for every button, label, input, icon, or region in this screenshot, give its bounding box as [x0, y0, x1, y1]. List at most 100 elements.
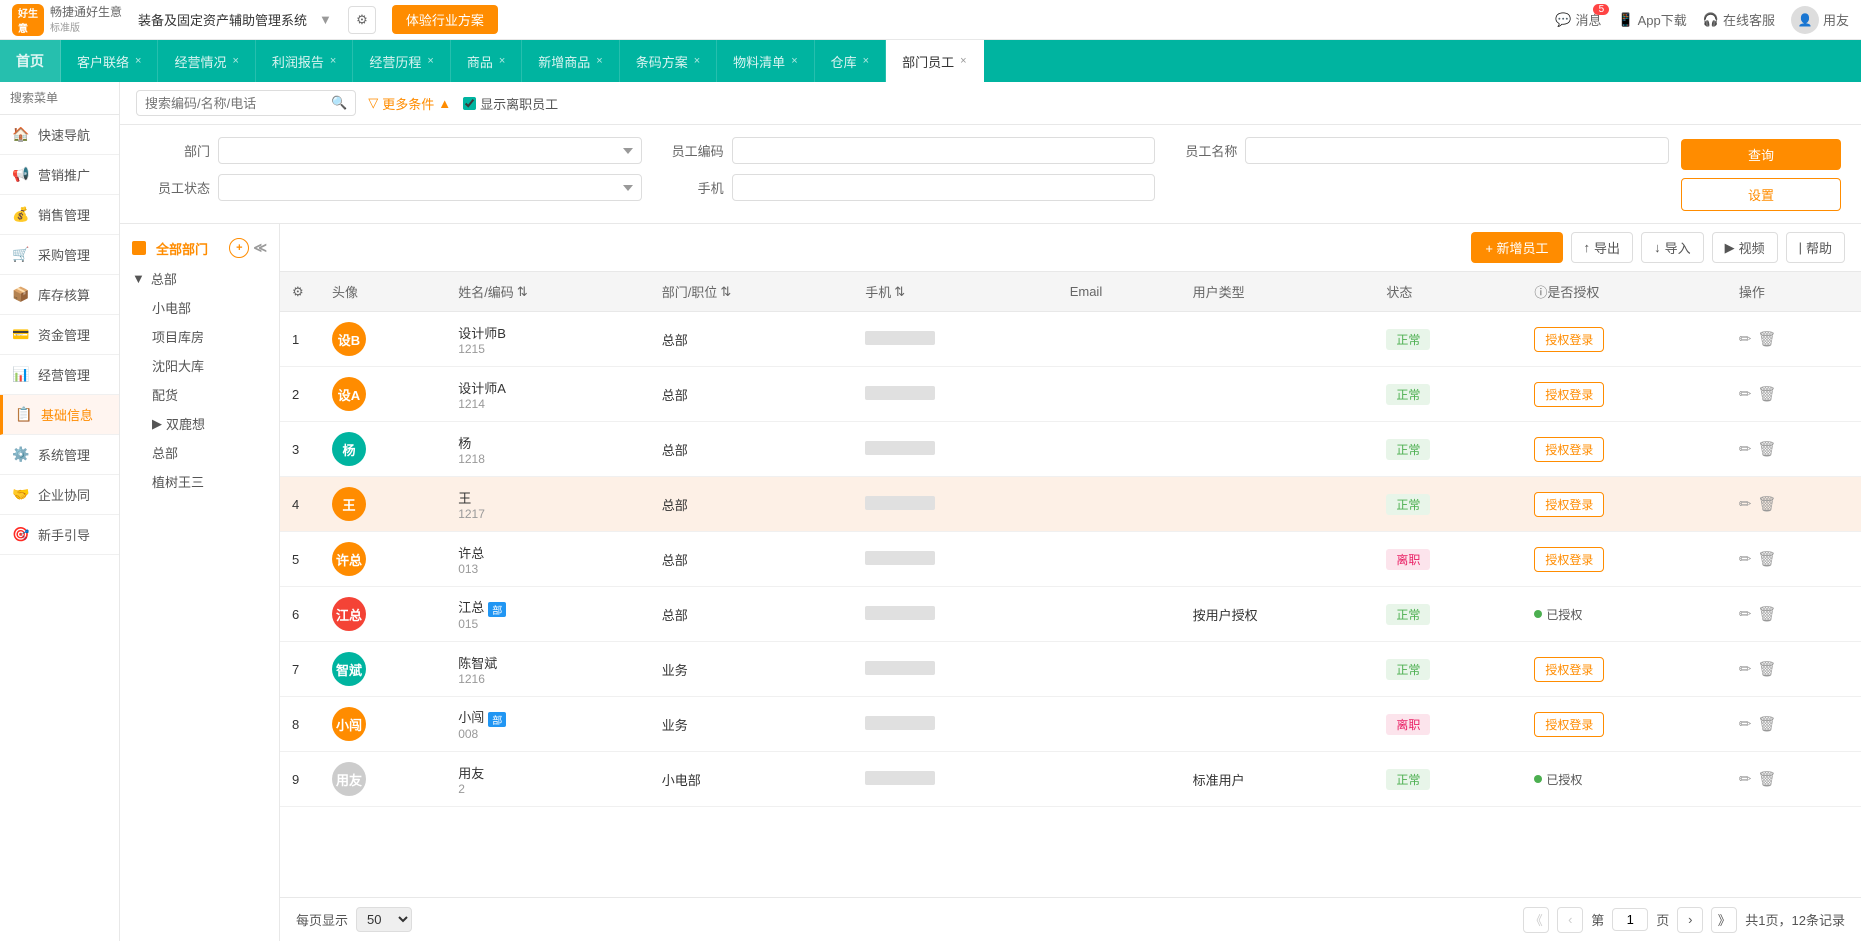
- dept-shenyang[interactable]: 沈阳大库: [132, 351, 279, 380]
- edit-button[interactable]: ✏: [1739, 385, 1752, 403]
- tab-bom[interactable]: 物料清单 ×: [717, 40, 814, 82]
- tab-profit[interactable]: 利润报告 ×: [256, 40, 353, 82]
- edit-button[interactable]: ✏: [1739, 605, 1752, 623]
- sidebar-item-marketing[interactable]: 📢 营销推广: [0, 155, 119, 195]
- query-button[interactable]: 查询: [1681, 139, 1841, 170]
- resigned-check[interactable]: [463, 97, 476, 110]
- delete-button[interactable]: 🗑: [1757, 550, 1776, 568]
- app-download-button[interactable]: 📱 App下载: [1617, 10, 1686, 29]
- delete-button[interactable]: 🗑: [1757, 770, 1776, 788]
- page-input[interactable]: [1612, 908, 1648, 931]
- edit-button[interactable]: ✏: [1739, 550, 1752, 568]
- th-settings[interactable]: ⚙: [280, 272, 320, 312]
- tab-add-goods[interactable]: 新增商品 ×: [522, 40, 619, 82]
- auth-login-button[interactable]: 授权登录: [1534, 547, 1604, 572]
- delete-button[interactable]: 🗑: [1757, 440, 1776, 458]
- dept-zongbu[interactable]: 总部: [132, 438, 279, 467]
- edit-button[interactable]: ✏: [1739, 440, 1752, 458]
- close-icon[interactable]: ×: [791, 55, 797, 67]
- tab-history[interactable]: 经营历程 ×: [353, 40, 450, 82]
- close-icon[interactable]: ×: [135, 55, 141, 67]
- delete-button[interactable]: 🗑: [1757, 330, 1776, 348]
- sidebar-item-inventory[interactable]: 📦 库存核算: [0, 275, 119, 315]
- view-button[interactable]: ▶ 视频: [1712, 232, 1778, 263]
- delete-button[interactable]: 🗑: [1757, 495, 1776, 513]
- auth-login-button[interactable]: 授权登录: [1534, 657, 1604, 682]
- th-dept[interactable]: 部门/职位 ⇅: [650, 272, 854, 312]
- delete-button[interactable]: 🗑: [1757, 715, 1776, 733]
- set-button[interactable]: 设置: [1681, 178, 1841, 211]
- phone-input[interactable]: [732, 174, 1156, 201]
- sidebar-item-fastnav[interactable]: 🏠 快速导航: [0, 115, 119, 155]
- tab-warehouse[interactable]: 仓库 ×: [815, 40, 886, 82]
- page-size-select[interactable]: 50 100 200: [356, 907, 412, 932]
- dept-zhishu[interactable]: 植树王三: [132, 467, 279, 496]
- edit-button[interactable]: ✏: [1739, 495, 1752, 513]
- edit-button[interactable]: ✏: [1739, 770, 1752, 788]
- page-next-btn[interactable]: ›: [1677, 907, 1703, 933]
- search-input[interactable]: [10, 91, 120, 105]
- dept-project[interactable]: 项目库房: [132, 322, 279, 351]
- edit-button[interactable]: ✏: [1739, 330, 1752, 348]
- dept-shuanglu[interactable]: ▶双鹿想: [132, 409, 279, 438]
- close-icon[interactable]: ×: [499, 55, 505, 67]
- sidebar-item-basic[interactable]: 📋 基础信息: [0, 395, 119, 435]
- auth-login-button[interactable]: 授权登录: [1534, 437, 1604, 462]
- close-icon[interactable]: ×: [960, 55, 966, 67]
- sidebar-item-purchase[interactable]: 🛒 采购管理: [0, 235, 119, 275]
- edit-button[interactable]: ✏: [1739, 715, 1752, 733]
- more-conditions-button[interactable]: ▽ 更多条件 ▲: [368, 94, 451, 113]
- tab-home[interactable]: 首页: [0, 40, 61, 82]
- close-icon[interactable]: ×: [863, 55, 869, 67]
- emp-code-input[interactable]: [732, 137, 1156, 164]
- help-button[interactable]: | 帮助: [1786, 232, 1845, 263]
- import-button[interactable]: ↓ 导入: [1641, 232, 1704, 263]
- add-employee-button[interactable]: + 新增员工: [1471, 232, 1562, 263]
- edit-button[interactable]: ✏: [1739, 660, 1752, 678]
- sidebar-item-finance[interactable]: 💳 资金管理: [0, 315, 119, 355]
- dept-collapse-button[interactable]: ≪: [253, 240, 267, 256]
- th-phone[interactable]: 手机 ⇅: [853, 272, 1058, 312]
- page-last-btn[interactable]: 》: [1711, 907, 1737, 933]
- online-service-button[interactable]: 🎧 在线客服: [1703, 10, 1775, 29]
- close-icon[interactable]: ×: [232, 55, 238, 67]
- dept-select[interactable]: [218, 137, 642, 164]
- auth-login-button[interactable]: 授权登录: [1534, 712, 1604, 737]
- page-prev-btn[interactable]: ‹: [1557, 907, 1583, 933]
- sidebar-item-guide[interactable]: 🎯 新手引导: [0, 515, 119, 555]
- tab-operations[interactable]: 经营情况 ×: [158, 40, 255, 82]
- delete-button[interactable]: 🗑: [1757, 660, 1776, 678]
- delete-button[interactable]: 🗑: [1757, 385, 1776, 403]
- tab-barcode[interactable]: 条码方案 ×: [620, 40, 717, 82]
- auth-login-button[interactable]: 授权登录: [1534, 327, 1604, 352]
- message-button[interactable]: 💬 消息 5: [1555, 10, 1601, 29]
- page-first-btn[interactable]: 《: [1523, 907, 1549, 933]
- trial-button[interactable]: 体验行业方案: [392, 5, 498, 34]
- dept-peihu[interactable]: 配货: [132, 380, 279, 409]
- delete-button[interactable]: 🗑: [1757, 605, 1776, 623]
- auth-login-button[interactable]: 授权登录: [1534, 492, 1604, 517]
- user-menu[interactable]: 👤 用友: [1791, 6, 1849, 34]
- show-resigned-checkbox[interactable]: 显示离职员工: [463, 94, 558, 113]
- gear-button[interactable]: ⚙: [348, 6, 376, 34]
- sidebar-item-collab[interactable]: 🤝 企业协同: [0, 475, 119, 515]
- dept-add-button[interactable]: +: [229, 238, 249, 258]
- tab-customer[interactable]: 客户联络 ×: [61, 40, 158, 82]
- title-arrow-icon[interactable]: ▼: [319, 12, 332, 27]
- close-icon[interactable]: ×: [427, 55, 433, 67]
- dept-tree-root[interactable]: ▼ 总部: [120, 264, 279, 293]
- close-icon[interactable]: ×: [330, 55, 336, 67]
- sidebar-item-sales[interactable]: 💰 销售管理: [0, 195, 119, 235]
- emp-name-input[interactable]: [1245, 137, 1669, 164]
- tab-goods[interactable]: 商品 ×: [451, 40, 522, 82]
- dept-xiaodian[interactable]: 小电部: [132, 293, 279, 322]
- sidebar-item-system[interactable]: ⚙️ 系统管理: [0, 435, 119, 475]
- th-name[interactable]: 姓名/编码 ⇅: [446, 272, 650, 312]
- close-icon[interactable]: ×: [694, 55, 700, 67]
- close-icon[interactable]: ×: [596, 55, 602, 67]
- search-field[interactable]: [145, 96, 325, 111]
- status-select[interactable]: [218, 174, 642, 201]
- tab-department[interactable]: 部门员工 ×: [886, 40, 983, 82]
- auth-login-button[interactable]: 授权登录: [1534, 382, 1604, 407]
- export-button[interactable]: ↑ 导出: [1571, 232, 1634, 263]
